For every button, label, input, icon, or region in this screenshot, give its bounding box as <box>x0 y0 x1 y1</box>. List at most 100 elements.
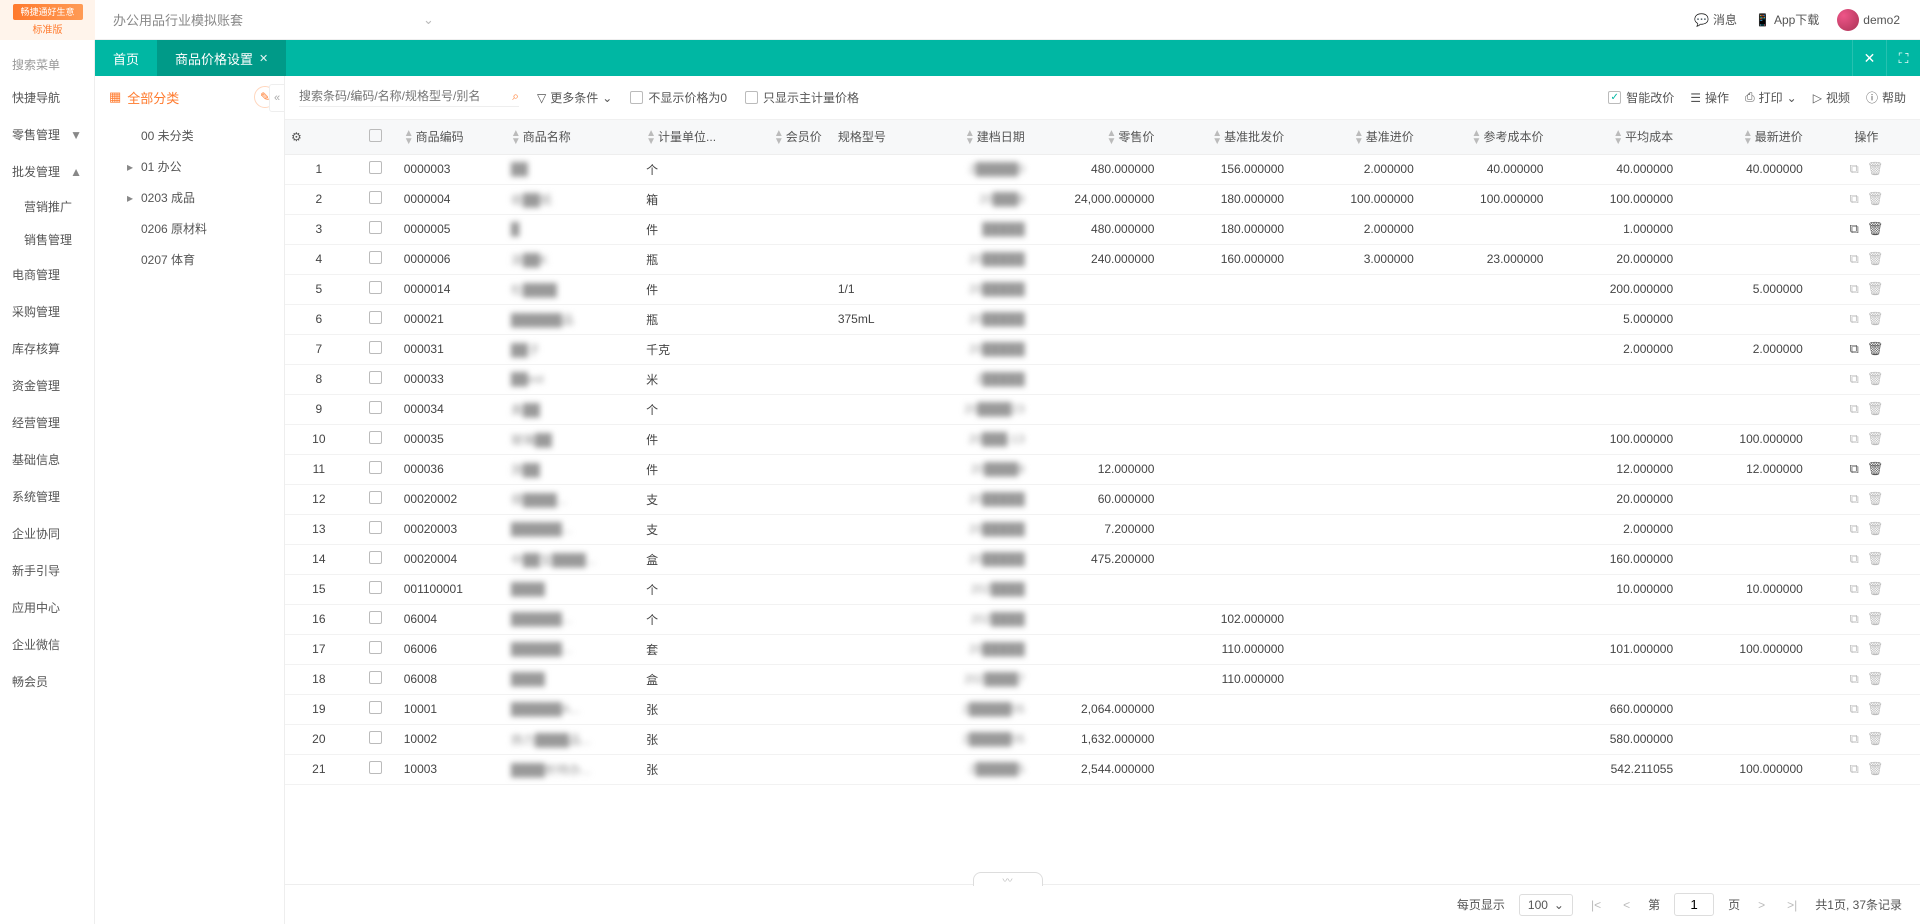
delete-icon[interactable]: 🗑 <box>1867 491 1884 506</box>
table-row[interactable]: 1706006██████...套20█████110.000000101.00… <box>285 634 1920 664</box>
copy-icon[interactable]: ⧉ <box>1849 161 1858 176</box>
sidebar-item[interactable]: 新手引导 <box>0 552 94 589</box>
sidebar-item[interactable]: 企业协同 <box>0 515 94 552</box>
category-item[interactable]: ▸01 办公 <box>109 151 284 182</box>
delete-icon[interactable]: 🗑 <box>1867 161 1884 176</box>
col-avg[interactable]: ▲▼平均成本 <box>1553 120 1683 154</box>
copy-icon[interactable]: ⧉ <box>1849 461 1858 476</box>
search-box[interactable]: ⌕ <box>299 89 519 107</box>
copy-icon[interactable]: ⧉ <box>1849 701 1858 716</box>
select-all-checkbox[interactable] <box>353 120 398 154</box>
delete-icon[interactable]: 🗑 <box>1867 371 1884 386</box>
row-checkbox[interactable] <box>353 304 398 334</box>
sort-icon[interactable]: ▲▼ <box>646 130 656 146</box>
drawer-handle[interactable]: 〰 <box>973 872 1043 886</box>
next-page-button[interactable]: > <box>1754 898 1769 912</box>
collapse-panel-button[interactable]: « <box>269 84 285 112</box>
table-row[interactable]: 2110003████析特办...张2█████52,544.000000542… <box>285 754 1920 784</box>
sort-icon[interactable]: ▲▼ <box>1613 130 1623 146</box>
col-ref[interactable]: ▲▼参考成本价 <box>1424 120 1554 154</box>
row-checkbox[interactable] <box>353 694 398 724</box>
tab-close-all[interactable]: ✕ <box>1852 40 1886 76</box>
table-row[interactable]: 10000003██个2█████0480.000000156.0000002.… <box>285 154 1920 184</box>
row-checkbox[interactable] <box>353 184 398 214</box>
hide-zero-checkbox[interactable]: 不显示价格为0 <box>630 89 727 106</box>
sort-icon[interactable]: ▲▼ <box>1212 130 1222 146</box>
copy-icon[interactable]: ⧉ <box>1849 191 1858 206</box>
col-unit[interactable]: ▲▼计量单位... <box>640 120 741 154</box>
sort-icon[interactable]: ▲▼ <box>404 130 414 146</box>
delete-icon[interactable]: 🗑 <box>1867 251 1884 266</box>
more-filters-button[interactable]: ▽ 更多条件 ⌄ <box>537 89 612 106</box>
col-purchase[interactable]: ▲▼基准进价 <box>1294 120 1424 154</box>
page-input[interactable] <box>1674 893 1714 916</box>
copy-icon[interactable]: ⧉ <box>1849 311 1858 326</box>
sidebar-subitem[interactable]: 营销推广 <box>0 190 94 223</box>
sidebar-item[interactable]: 基础信息 <box>0 441 94 478</box>
table-row[interactable]: 9000034奥██个20████23⧉🗑 <box>285 394 1920 424</box>
table-row[interactable]: 15001100001████个202████10.00000010.00000… <box>285 574 1920 604</box>
copy-icon[interactable]: ⧉ <box>1849 581 1858 596</box>
table-row[interactable]: 8000033██est米2█████⧉🗑 <box>285 364 1920 394</box>
table-row[interactable]: 11000036测██件20████812.00000012.00000012.… <box>285 454 1920 484</box>
sort-icon[interactable]: ▲▼ <box>511 130 521 146</box>
category-item[interactable]: 0207 体育 <box>109 244 284 275</box>
copy-icon[interactable]: ⧉ <box>1849 611 1858 626</box>
search-input[interactable] <box>299 89 506 103</box>
copy-icon[interactable]: ⧉ <box>1849 521 1858 536</box>
delete-icon[interactable]: 🗑 <box>1867 401 1884 416</box>
row-checkbox[interactable] <box>353 604 398 634</box>
delete-icon[interactable]: 🗑 <box>1867 731 1884 746</box>
help-button[interactable]: ⓘ 帮助 <box>1866 89 1906 106</box>
delete-icon[interactable]: 🗑 <box>1867 311 1884 326</box>
row-checkbox[interactable] <box>353 754 398 784</box>
row-checkbox[interactable] <box>353 424 398 454</box>
row-checkbox[interactable] <box>353 514 398 544</box>
copy-icon[interactable]: ⧉ <box>1849 371 1858 386</box>
copy-icon[interactable]: ⧉ <box>1849 341 1858 356</box>
copy-icon[interactable]: ⧉ <box>1849 431 1858 446</box>
sidebar-item[interactable]: 企业微信 <box>0 626 94 663</box>
sidebar-item[interactable]: 畅会员 <box>0 663 94 700</box>
col-date[interactable]: ▲▼建档日期 <box>928 120 1035 154</box>
col-code[interactable]: ▲▼商品编码 <box>398 120 505 154</box>
category-title[interactable]: 全部分类 <box>127 88 179 107</box>
row-checkbox[interactable] <box>353 334 398 364</box>
table-scroll[interactable]: ⚙▲▼商品编码▲▼商品名称▲▼计量单位...▲▼会员价规格型号▲▼建档日期▲▼零… <box>285 120 1920 884</box>
sidebar-item[interactable]: 应用中心 <box>0 589 94 626</box>
fullscreen-button[interactable]: ⛶ <box>1886 40 1920 76</box>
copy-icon[interactable]: ⧉ <box>1849 641 1858 656</box>
delete-icon[interactable]: 🗑 <box>1867 431 1884 446</box>
search-icon[interactable]: ⌕ <box>512 89 519 104</box>
table-row[interactable]: 1806008████盒202████7110.000000⧉🗑 <box>285 664 1920 694</box>
delete-icon[interactable]: 🗑 <box>1867 341 1884 356</box>
row-checkbox[interactable] <box>353 154 398 184</box>
table-row[interactable]: 2010002扬力████品...张2█████051,632.00000058… <box>285 724 1920 754</box>
row-checkbox[interactable] <box>353 214 398 244</box>
table-row[interactable]: 1606004██████...个202████102.000000⧉🗑 <box>285 604 1920 634</box>
sort-icon[interactable]: ▲▼ <box>1743 130 1753 146</box>
table-row[interactable]: 30000005█件█████480.000000180.0000002.000… <box>285 214 1920 244</box>
per-page-select[interactable]: 100 ⌄ <box>1519 894 1573 916</box>
delete-icon[interactable]: 🗑 <box>1867 521 1884 536</box>
sidebar-item[interactable]: 采购管理 <box>0 293 94 330</box>
delete-icon[interactable]: 🗑 <box>1867 761 1884 776</box>
row-checkbox[interactable] <box>353 664 398 694</box>
col-name[interactable]: ▲▼商品名称 <box>505 120 640 154</box>
only-unit-checkbox[interactable]: 只显示主计量价格 <box>745 89 859 106</box>
smart-price-toggle[interactable]: ✓ 智能改价 <box>1608 89 1674 106</box>
print-menu[interactable]: ⎙ 打印 ⌄ <box>1745 89 1797 106</box>
sidebar-item[interactable]: 资金管理 <box>0 367 94 404</box>
delete-icon[interactable]: 🗑 <box>1867 701 1884 716</box>
col-member[interactable]: ▲▼会员价 <box>742 120 832 154</box>
prev-page-button[interactable]: < <box>1619 898 1634 912</box>
copy-icon[interactable]: ⧉ <box>1849 761 1858 776</box>
row-checkbox[interactable] <box>353 454 398 484</box>
delete-icon[interactable]: 🗑 <box>1867 191 1884 206</box>
row-checkbox[interactable] <box>353 274 398 304</box>
tab[interactable]: 商品价格设置✕ <box>157 40 286 76</box>
copy-icon[interactable]: ⧉ <box>1849 491 1858 506</box>
table-row[interactable]: 1200020002得████...支20█████60.00000020.00… <box>285 484 1920 514</box>
delete-icon[interactable]: 🗑 <box>1867 581 1884 596</box>
table-row[interactable]: 50000014杜████件1/120█████200.0000005.0000… <box>285 274 1920 304</box>
